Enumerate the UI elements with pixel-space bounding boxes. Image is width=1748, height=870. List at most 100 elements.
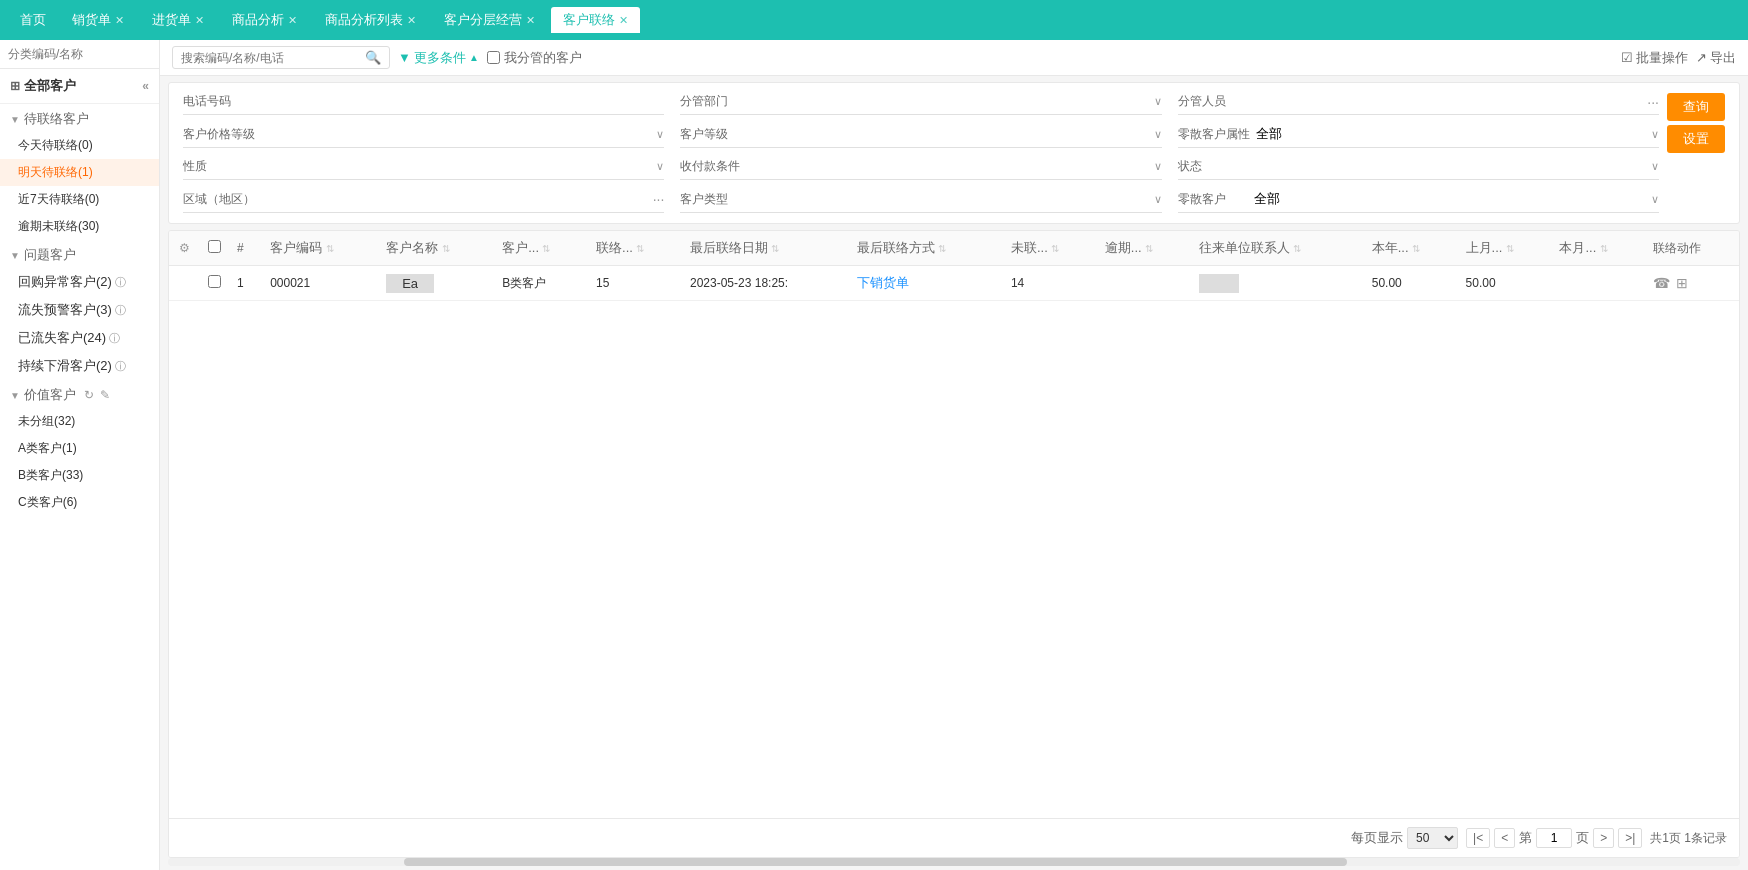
close-sales-order-icon[interactable]: ✕ xyxy=(115,14,124,27)
group-arrow-pending: ▼ xyxy=(10,114,20,125)
export-icon: ↗ xyxy=(1696,50,1707,65)
sidebar-all-customers[interactable]: ⊞ 全部客户 « xyxy=(0,69,159,104)
sidebar-item-a-class[interactable]: A类客户(1) xyxy=(0,435,159,462)
sidebar-collapse-icon[interactable]: « xyxy=(142,79,149,93)
th-last-contact-date[interactable]: 最后联络日期 ⇅ xyxy=(682,231,849,266)
next-page-button[interactable]: > xyxy=(1593,828,1614,848)
filter-payment-select[interactable]: ∨ xyxy=(756,160,1161,173)
filter-phone: 电话号码 xyxy=(183,93,664,115)
page-size-area: 每页显示 50 100 200 xyxy=(1351,827,1458,849)
filter-price-level-select[interactable]: ∨ xyxy=(261,128,664,141)
page-size-select[interactable]: 50 100 200 xyxy=(1407,827,1458,849)
th-contact-person[interactable]: 往来单位联系人 ⇅ xyxy=(1191,231,1364,266)
filter-scattered-attr-select[interactable]: 全部 ∨ xyxy=(1256,125,1659,143)
td-contact-person xyxy=(1191,266,1364,301)
main-layout: 🔍 ⊞ 全部客户 « ▼ 待联络客户 今天待联络(0) 明天待联络(1) 近7天… xyxy=(0,40,1748,870)
sidebar-item-overdue-contact[interactable]: 逾期未联络(30) xyxy=(0,213,159,240)
table-wrapper: ⚙ # 客户编码 ⇅ 客户名称 ⇅ xyxy=(169,231,1739,818)
nav-purchase-order[interactable]: 进货单 ✕ xyxy=(140,7,216,33)
more-action-icon[interactable]: ⊞ xyxy=(1676,275,1688,291)
value-refresh-icon[interactable]: ↻ xyxy=(84,388,94,402)
close-customer-layered-icon[interactable]: ✕ xyxy=(526,14,535,27)
prev-page-button[interactable]: < xyxy=(1494,828,1515,848)
th-customer-type[interactable]: 客户... ⇅ xyxy=(494,231,588,266)
th-this-month[interactable]: 本月... ⇅ xyxy=(1551,231,1645,266)
filter-nature: 性质 ∨ xyxy=(183,158,664,180)
th-this-year[interactable]: 本年... ⇅ xyxy=(1364,231,1458,266)
filter-nature-select[interactable]: ∨ xyxy=(259,160,664,173)
filter-phone-input[interactable] xyxy=(259,95,664,109)
filter-price-level-chevron: ∨ xyxy=(656,128,664,141)
sidebar-item-b-class[interactable]: B类客户(33) xyxy=(0,462,159,489)
sidebar-item-tomorrow-contact[interactable]: 明天待联络(1) xyxy=(0,159,159,186)
toolbar: 🔍 ▼ 更多条件 ▲ 我分管的客户 ☑ 批量操作 ↗ 导出 xyxy=(160,40,1748,76)
sidebar-item-repurchase-abnormal[interactable]: 回购异常客户(2) ⓘ xyxy=(0,268,159,296)
row-checkbox[interactable] xyxy=(208,275,221,288)
query-button[interactable]: 查询 xyxy=(1667,93,1725,121)
filter-scattered-select[interactable]: 全部 ∨ xyxy=(1254,190,1659,208)
th-not-contacted[interactable]: 未联... ⇅ xyxy=(1003,231,1097,266)
close-purchase-order-icon[interactable]: ✕ xyxy=(195,14,204,27)
nav-customer-contact[interactable]: 客户联络 ✕ xyxy=(551,7,640,33)
customer-table: ⚙ # 客户编码 ⇅ 客户名称 ⇅ xyxy=(169,231,1739,301)
select-all-checkbox[interactable] xyxy=(208,240,221,253)
reset-button[interactable]: 设置 xyxy=(1667,125,1725,153)
more-filter-button[interactable]: ▼ 更多条件 ▲ xyxy=(398,49,479,67)
th-index: # xyxy=(229,231,262,266)
sidebar-group-value[interactable]: ▼ 价值客户 ↻ ✎ xyxy=(0,380,159,408)
sidebar-item-today-contact[interactable]: 今天待联络(0) xyxy=(0,132,159,159)
filter-dept-select[interactable]: ∨ xyxy=(756,95,1161,108)
th-contact-count[interactable]: 联络... ⇅ xyxy=(588,231,682,266)
last-page-button[interactable]: >| xyxy=(1618,828,1642,848)
nav-product-analysis-list[interactable]: 商品分析列表 ✕ xyxy=(313,7,428,33)
filter-customer-level-select[interactable]: ∨ xyxy=(756,128,1161,141)
filter-scattered: 零散客户 全部 ∨ xyxy=(1178,190,1659,213)
sidebar-item-ungrouped[interactable]: 未分组(32) xyxy=(0,408,159,435)
my-customer-checkbox[interactable] xyxy=(487,51,500,64)
sidebar-group-pending[interactable]: ▼ 待联络客户 xyxy=(0,104,159,132)
nav-home[interactable]: 首页 xyxy=(10,7,56,33)
export-button[interactable]: ↗ 导出 xyxy=(1696,49,1736,67)
td-code: 000021 xyxy=(262,266,378,301)
last-contact-method-link[interactable]: 下销货单 xyxy=(857,275,909,290)
filter-panel: 电话号码 分管部门 ∨ 分管人员 xyxy=(168,82,1740,224)
th-last-month[interactable]: 上月... ⇅ xyxy=(1458,231,1552,266)
sidebar-group-problem[interactable]: ▼ 问题客户 xyxy=(0,240,159,268)
close-customer-contact-icon[interactable]: ✕ xyxy=(619,14,628,27)
th-customer-code[interactable]: 客户编码 ⇅ xyxy=(262,231,378,266)
th-customer-name[interactable]: 客户名称 ⇅ xyxy=(378,231,494,266)
filter-dept-label: 分管部门 xyxy=(680,93,750,110)
nav-sales-order[interactable]: 销货单 ✕ xyxy=(60,7,136,33)
value-edit-icon[interactable]: ✎ xyxy=(100,388,110,402)
page-number-input[interactable] xyxy=(1536,828,1572,848)
first-page-button[interactable]: |< xyxy=(1466,828,1490,848)
info-icon-0: ⓘ xyxy=(115,276,126,288)
contact-action-icon[interactable]: ☎ xyxy=(1653,275,1670,291)
filter-scattered-attr-label: 零散客户属性 xyxy=(1178,126,1250,143)
th-last-contact-method[interactable]: 最后联络方式 ⇅ xyxy=(849,231,1003,266)
toolbar-search-icon[interactable]: 🔍 xyxy=(365,50,381,65)
close-product-analysis-list-icon[interactable]: ✕ xyxy=(407,14,416,27)
nav-product-analysis[interactable]: 商品分析 ✕ xyxy=(220,7,309,33)
filter-customer-type-select[interactable]: ∨ xyxy=(756,193,1161,206)
sidebar-item-c-class[interactable]: C类客户(6) xyxy=(0,489,159,516)
close-product-analysis-icon[interactable]: ✕ xyxy=(288,14,297,27)
horizontal-scrollbar[interactable] xyxy=(168,858,1740,866)
bulk-action-button[interactable]: ☑ 批量操作 xyxy=(1621,49,1688,67)
toolbar-search-input[interactable] xyxy=(181,51,361,65)
sidebar-item-7days-contact[interactable]: 近7天待联络(0) xyxy=(0,186,159,213)
filter-manager-label: 分管人员 xyxy=(1178,93,1248,110)
content-area: 🔍 ▼ 更多条件 ▲ 我分管的客户 ☑ 批量操作 ↗ 导出 xyxy=(160,40,1748,870)
th-overdue[interactable]: 逾期... ⇅ xyxy=(1097,231,1191,266)
th-settings[interactable]: ⚙ xyxy=(169,231,199,266)
filter-status-select[interactable]: ∨ xyxy=(1254,160,1659,173)
filter-region-dots[interactable]: ··· xyxy=(653,191,665,207)
nav-customer-layered[interactable]: 客户分层经营 ✕ xyxy=(432,7,547,33)
pagination: 每页显示 50 100 200 |< < 第 页 > >| 共1页 1条 xyxy=(169,818,1739,857)
sidebar-search-input[interactable] xyxy=(8,47,158,61)
sidebar-item-churn-warning[interactable]: 流失预警客户(3) ⓘ xyxy=(0,296,159,324)
td-checkbox xyxy=(199,266,229,301)
sidebar-item-declining[interactable]: 持续下滑客户(2) ⓘ xyxy=(0,352,159,380)
sidebar-item-churned[interactable]: 已流失客户(24) ⓘ xyxy=(0,324,159,352)
filter-manager-dots[interactable]: ··· xyxy=(1647,94,1659,110)
